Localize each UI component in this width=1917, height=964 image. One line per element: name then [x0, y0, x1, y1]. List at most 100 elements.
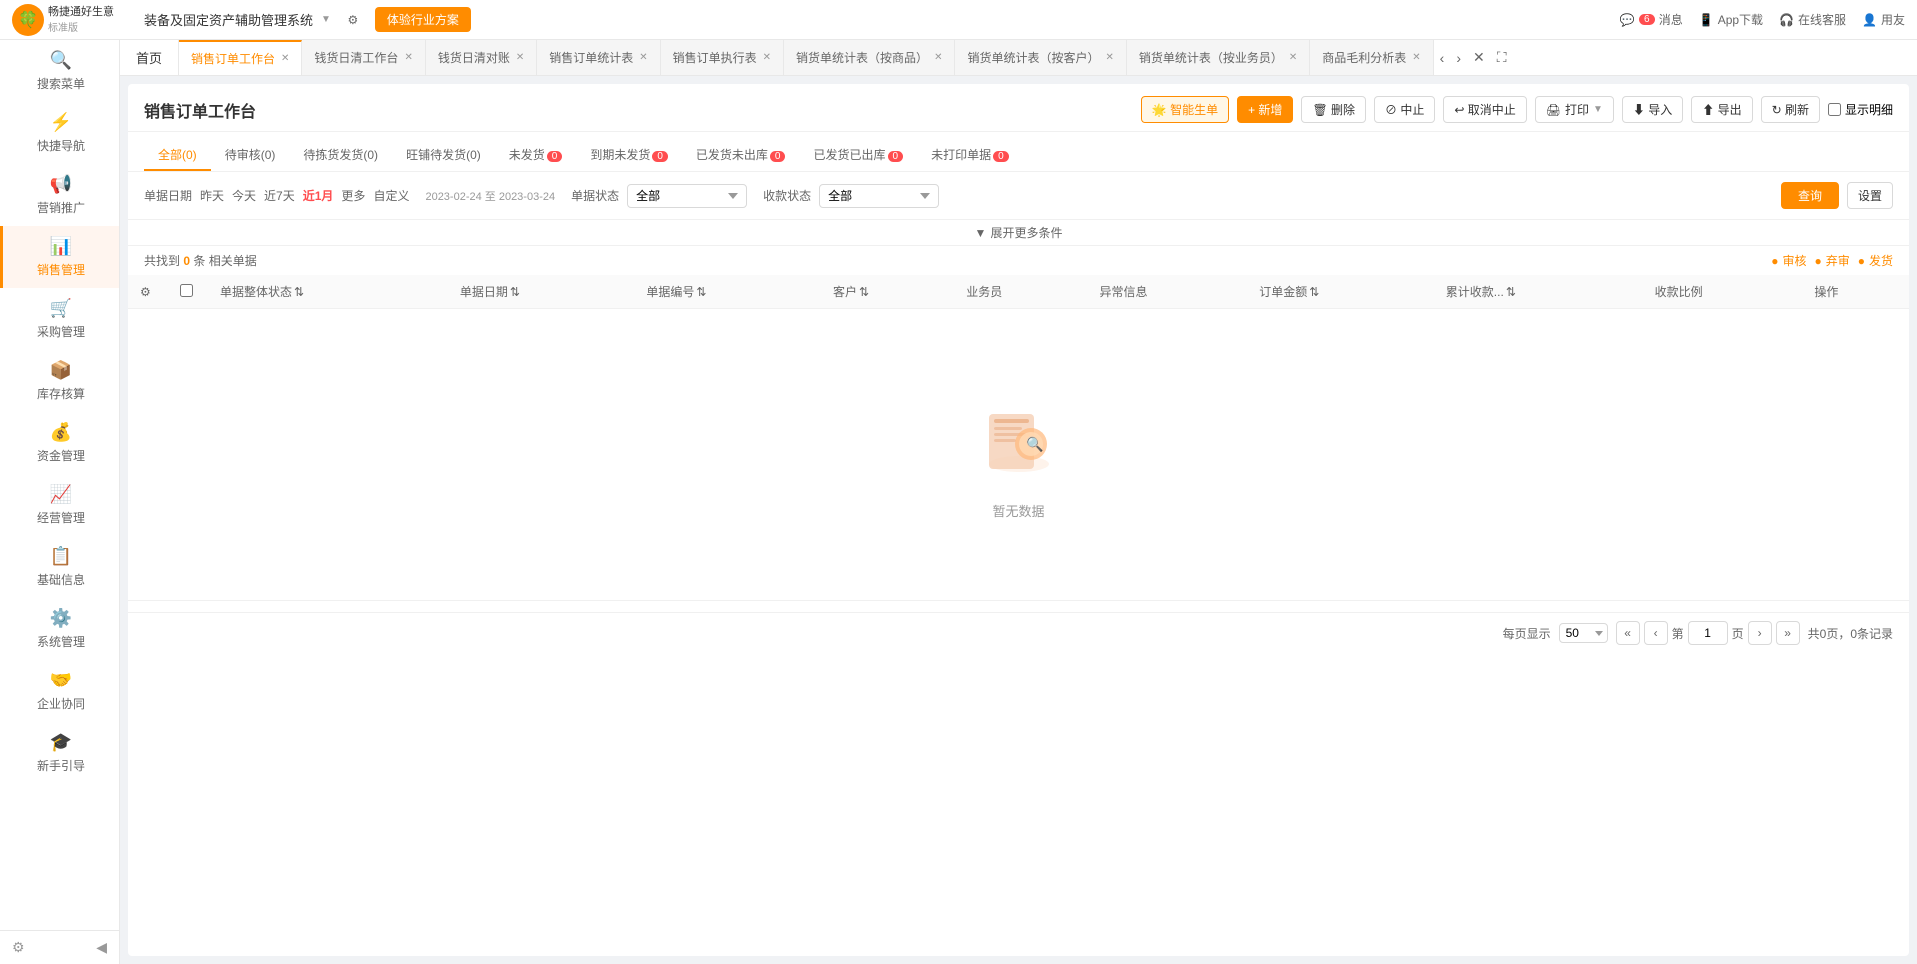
- date-option-yesterday[interactable]: 昨天: [200, 187, 224, 204]
- page-size-select[interactable]: 10 20 50 100: [1559, 623, 1608, 643]
- sidebar-item-finance[interactable]: 💰 资金管理: [0, 412, 119, 474]
- query-button[interactable]: 查询: [1781, 182, 1839, 209]
- detail-checkbox[interactable]: [1828, 103, 1841, 116]
- tab-close-cash-daily[interactable]: ✕: [404, 52, 412, 63]
- message-button[interactable]: 💬 6 消息: [1620, 11, 1683, 28]
- tab-maximize-button[interactable]: ⛶: [1491, 40, 1513, 76]
- tab-next-button[interactable]: ›: [1450, 40, 1467, 76]
- print-button[interactable]: 🖨 打印 ▼: [1535, 96, 1614, 123]
- tab-close-all-button[interactable]: ✕: [1467, 40, 1491, 76]
- sidebar-item-marketing[interactable]: 📢 营销推广: [0, 164, 119, 226]
- setting-button[interactable]: 设置: [1847, 182, 1893, 209]
- filter-tab-overdue[interactable]: 到期未发货0: [576, 140, 682, 171]
- date-option-7days[interactable]: 近7天: [264, 187, 295, 204]
- stop-button[interactable]: ⊘ 中止: [1374, 96, 1435, 123]
- filter-tab-wangpu[interactable]: 旺铺待发货(0): [392, 140, 495, 171]
- add-button[interactable]: + 新增: [1237, 96, 1293, 123]
- tab-close-goods-stats-staff[interactable]: ✕: [1289, 52, 1297, 63]
- svg-text:🔍: 🔍: [1026, 435, 1043, 453]
- tab-goods-margin[interactable]: 商品毛利分析表 ✕: [1310, 40, 1433, 76]
- filter-tab-not-shipped[interactable]: 未发货0: [495, 140, 577, 171]
- refresh-button[interactable]: ↻ 刷新: [1761, 96, 1820, 123]
- date-option-custom[interactable]: 自定义: [373, 187, 409, 204]
- page-prev-button[interactable]: ‹: [1644, 621, 1668, 645]
- tab-cash-daily[interactable]: 钱货日清工作台 ✕: [302, 40, 425, 76]
- sort-number[interactable]: 单据编号 ⇅: [646, 283, 809, 300]
- app-download-button[interactable]: 📱 App下载: [1699, 11, 1763, 28]
- sidebar-item-system[interactable]: ⚙️ 系统管理: [0, 598, 119, 660]
- sidebar-menu: 🔍 搜索菜单 ⚡ 快捷导航 📢 营销推广 📊 销售管理 🛒 采购管理: [0, 40, 119, 930]
- date-option-1month[interactable]: 近1月: [303, 187, 334, 204]
- tab-prev-button[interactable]: ‹: [1434, 40, 1451, 76]
- filter-tabs: 全部(0) 待审核(0) 待拣货发货(0) 旺铺待发货(0) 未发货0: [128, 132, 1909, 172]
- service-button[interactable]: 🎧 在线客服: [1779, 11, 1846, 28]
- filter-tab-pending-inspect[interactable]: 待拣货发货(0): [289, 140, 392, 171]
- tab-sales-stats[interactable]: 销售订单统计表 ✕: [537, 40, 660, 76]
- tab-goods-stats-staff[interactable]: 销货单统计表（按业务员） ✕: [1127, 40, 1310, 76]
- tab-close-sales-stats[interactable]: ✕: [639, 52, 647, 63]
- system-settings-button[interactable]: ⚙: [339, 6, 367, 34]
- expand-button[interactable]: ▼ 展开更多条件: [975, 224, 1063, 241]
- tab-close-sales-workbench[interactable]: ✕: [281, 53, 289, 64]
- sort-collected[interactable]: 累计收款... ⇅: [1446, 283, 1631, 300]
- sort-status[interactable]: 单据整体状态 ⇅: [220, 283, 436, 300]
- select-all-checkbox[interactable]: [180, 284, 193, 297]
- sidebar-settings-button[interactable]: ⚙: [12, 939, 25, 956]
- status-select[interactable]: 全部: [627, 184, 747, 208]
- import-button[interactable]: ⬇ 导入: [1622, 96, 1683, 123]
- delete-button[interactable]: 🗑 删除: [1301, 96, 1366, 123]
- sidebar-collapse-button[interactable]: ◀: [96, 939, 107, 956]
- date-option-more[interactable]: 更多: [341, 187, 365, 204]
- tab-cash-reconcile[interactable]: 钱货日清对账 ✕: [426, 40, 537, 76]
- tab-home[interactable]: 首页: [120, 40, 179, 76]
- sidebar-item-operations[interactable]: 📈 经营管理: [0, 474, 119, 536]
- tab-close-sales-exec[interactable]: ✕: [763, 52, 771, 63]
- ship-button[interactable]: ● 发货: [1858, 252, 1893, 269]
- tab-goods-stats-product[interactable]: 销货单统计表（按商品） ✕: [784, 40, 955, 76]
- sidebar-item-purchase[interactable]: 🛒 采购管理: [0, 288, 119, 350]
- tab-goods-stats-customer[interactable]: 销货单统计表（按客户） ✕: [955, 40, 1126, 76]
- tab-sales-workbench[interactable]: 销售订单工作台 ✕: [179, 40, 302, 76]
- page-input[interactable]: [1688, 621, 1728, 645]
- filter-tab-all[interactable]: 全部(0): [144, 140, 211, 171]
- cancel-stop-button[interactable]: ↩ 取消中止: [1443, 96, 1526, 123]
- page-first-button[interactable]: «: [1616, 621, 1640, 645]
- tab-close-cash-reconcile[interactable]: ✕: [516, 52, 524, 63]
- sidebar-item-quicknav[interactable]: ⚡ 快捷导航: [0, 102, 119, 164]
- page-last-button[interactable]: »: [1776, 621, 1800, 645]
- data-table: ⚙ 单据整体状态 ⇅: [128, 275, 1909, 309]
- sort-date[interactable]: 单据日期 ⇅: [460, 283, 623, 300]
- sidebar-item-enterprise[interactable]: 🤝 企业协同: [0, 660, 119, 722]
- tab-sales-exec[interactable]: 销售订单执行表 ✕: [661, 40, 784, 76]
- sidebar-item-basic[interactable]: 📋 基础信息: [0, 536, 119, 598]
- date-option-today[interactable]: 今天: [232, 187, 256, 204]
- sidebar-item-guide[interactable]: 🎓 新手引导: [0, 722, 119, 784]
- action-group: ● 审核 ● 弃审 ● 发货: [1771, 252, 1893, 269]
- sort-customer[interactable]: 客户 ⇅: [833, 283, 942, 300]
- user-button[interactable]: 👤 用友: [1862, 11, 1905, 28]
- sidebar-item-search[interactable]: 🔍 搜索菜单: [0, 40, 119, 102]
- filter-tab-not-printed[interactable]: 未打印单据0: [917, 140, 1023, 171]
- scrollbar-area[interactable]: [128, 600, 1909, 612]
- smart-generate-button[interactable]: 🌟 智能生单: [1141, 96, 1229, 123]
- sidebar-item-sales[interactable]: 📊 销售管理: [0, 226, 119, 288]
- audit-button[interactable]: ● 审核: [1771, 252, 1806, 269]
- tab-close-goods-stats-product[interactable]: ✕: [934, 52, 942, 63]
- sort-amount[interactable]: 订单金额 ⇅: [1259, 283, 1422, 300]
- dropdown-arrow-icon[interactable]: ▼: [321, 14, 331, 25]
- tab-close-goods-stats-customer[interactable]: ✕: [1105, 52, 1113, 63]
- page-next-button[interactable]: ›: [1748, 621, 1772, 645]
- sidebar-item-inventory[interactable]: 📦 库存核算: [0, 350, 119, 412]
- solution-button[interactable]: 体验行业方案: [375, 7, 471, 32]
- filter-tab-not-printed-badge: 0: [993, 151, 1009, 162]
- tab-bar: 首页 销售订单工作台 ✕ 钱货日清工作台 ✕ 钱货日清对账 ✕ 销售订单统计表 …: [120, 40, 1917, 76]
- export-button[interactable]: ⬆ 导出: [1691, 96, 1752, 123]
- payment-select[interactable]: 全部: [819, 184, 939, 208]
- filter-tab-pending-review[interactable]: 待审核(0): [211, 140, 290, 171]
- tab-close-goods-margin[interactable]: ✕: [1412, 52, 1420, 63]
- detail-toggle[interactable]: 显示明细: [1828, 101, 1893, 118]
- anti-audit-button[interactable]: ● 弃审: [1814, 252, 1849, 269]
- filter-tab-shipped-out[interactable]: 已发货已出库0: [799, 140, 917, 171]
- filter-tab-shipped-not-out[interactable]: 已发货未出库0: [682, 140, 800, 171]
- column-settings-icon[interactable]: ⚙: [140, 285, 151, 299]
